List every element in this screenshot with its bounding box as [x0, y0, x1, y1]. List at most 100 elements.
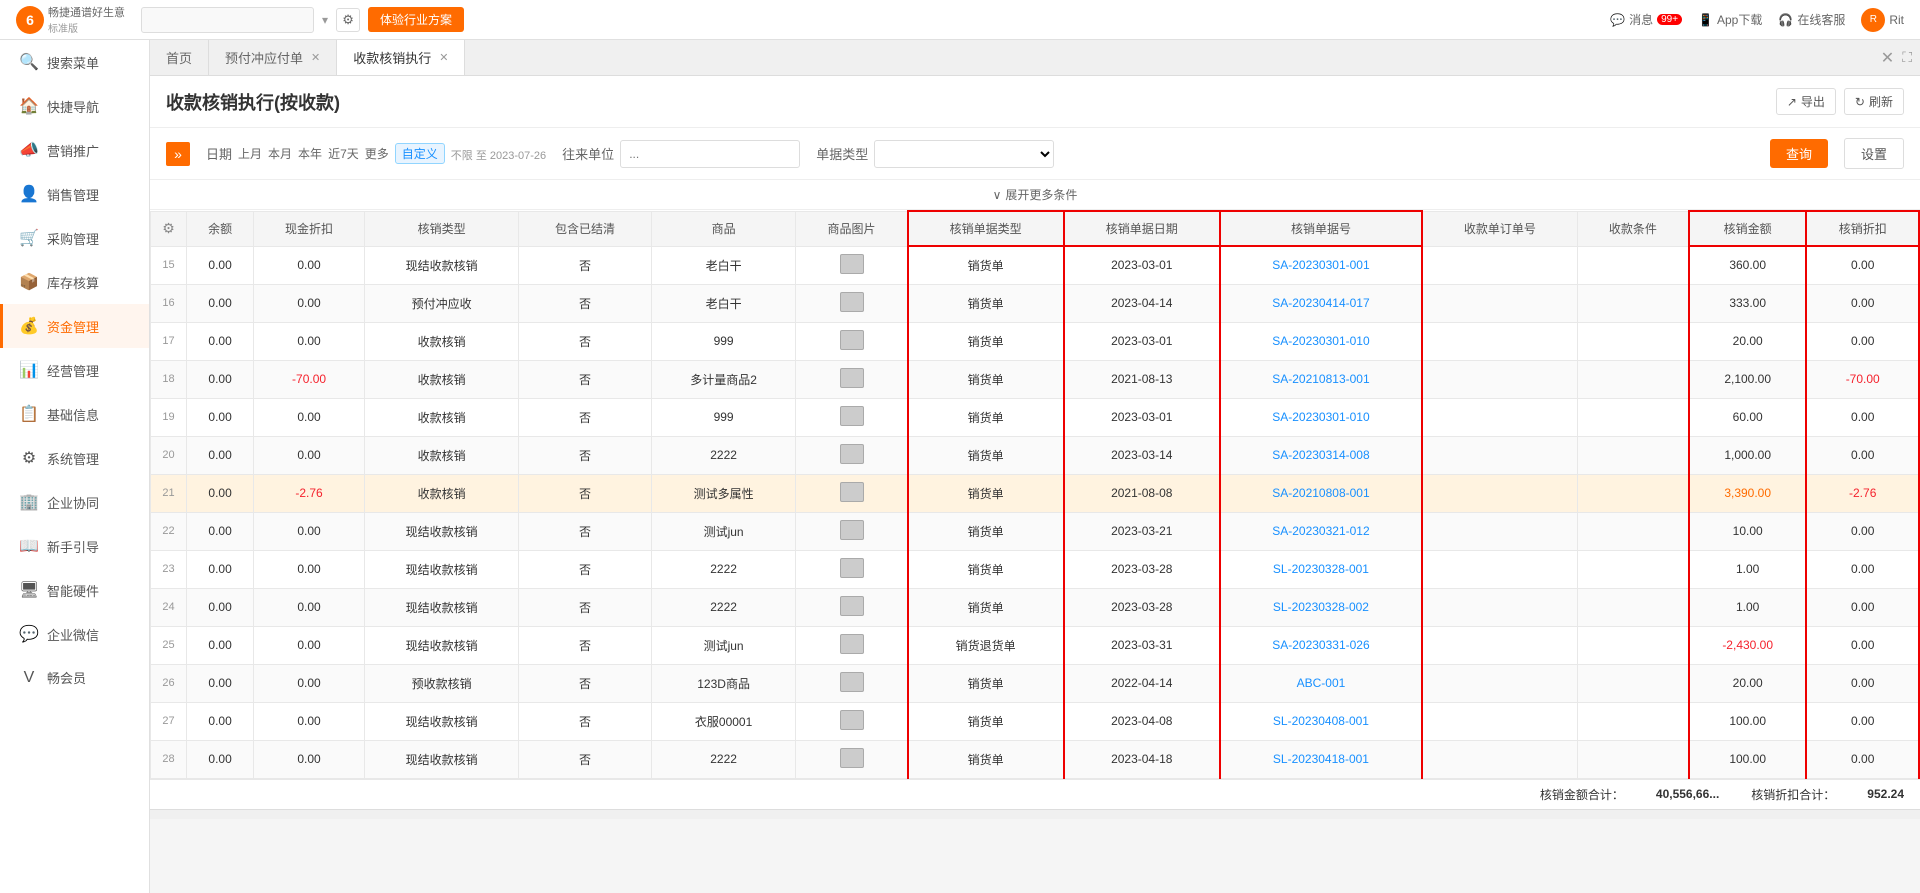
user-name: Rit: [1889, 13, 1904, 27]
maximize-icon[interactable]: ⛶: [1902, 49, 1912, 66]
cell-bill-no[interactable]: SL-20230328-002: [1220, 588, 1422, 626]
chevron-down-icon[interactable]: ▾: [322, 13, 328, 27]
refresh-button[interactable]: ↻ 刷新: [1844, 88, 1904, 115]
sidebar-item-search[interactable]: 🔍 搜索菜单: [0, 40, 149, 84]
cell-bill-no[interactable]: SA-20230301-010: [1220, 398, 1422, 436]
partner-filter-group: 往来单位: [562, 140, 800, 168]
more-link[interactable]: 更多: [365, 145, 389, 162]
cell-payment-cond: [1577, 702, 1689, 740]
settings-button[interactable]: 设置: [1844, 138, 1904, 169]
sidebar-item-corp[interactable]: 🏢 企业协同: [0, 480, 149, 524]
finance-icon: 💰: [19, 316, 39, 336]
cell-bill-no[interactable]: SL-20230408-001: [1220, 702, 1422, 740]
cell-bill-no[interactable]: SA-20230331-026: [1220, 626, 1422, 664]
cell-bill-type: 销货单: [908, 284, 1064, 322]
cell-bill-no[interactable]: SA-20230321-012: [1220, 512, 1422, 550]
industry-btn[interactable]: 体验行业方案: [368, 7, 464, 32]
cell-discount: 0.00: [1806, 322, 1919, 360]
cell-order-no: [1422, 588, 1577, 626]
bill-type-select[interactable]: [874, 140, 1054, 168]
sidebar-item-system[interactable]: ⚙ 系统管理: [0, 436, 149, 480]
cell-img: [796, 664, 908, 702]
sidebar-item-hardware[interactable]: 🖥 智能硬件: [0, 568, 149, 612]
cell-num: 27: [151, 702, 187, 740]
cell-bill-no[interactable]: SA-20210808-001: [1220, 474, 1422, 512]
sidebar-label-sales: 销售管理: [47, 185, 99, 204]
sidebar-item-operations[interactable]: 📊 经营管理: [0, 348, 149, 392]
cell-amount: 60.00: [1689, 398, 1806, 436]
sidebar-item-finance[interactable]: 💰 资金管理: [0, 304, 149, 348]
cell-verify-type: 收款核销: [364, 436, 518, 474]
arrow-icon: »: [174, 146, 182, 162]
cell-bill-type: 销货单: [908, 436, 1064, 474]
cell-verify-type: 现结收款核销: [364, 588, 518, 626]
tab-verify[interactable]: 收款核销执行 ✕: [337, 40, 465, 75]
cell-payment-cond: [1577, 398, 1689, 436]
horizontal-scrollbar[interactable]: [150, 809, 1920, 819]
export-button[interactable]: ↗ 导出: [1776, 88, 1836, 115]
message-label: 消息: [1629, 11, 1653, 28]
this-month-link[interactable]: 本月: [268, 145, 292, 162]
cell-included: 否: [519, 664, 652, 702]
last7-link[interactable]: 近7天: [328, 145, 359, 162]
this-year-link[interactable]: 本年: [298, 145, 322, 162]
cell-bill-no[interactable]: SA-20210813-001: [1220, 360, 1422, 398]
tab-prepay[interactable]: 预付冲应付单 ✕: [209, 40, 337, 75]
last-month-link[interactable]: 上月: [238, 145, 262, 162]
tab1-close-icon[interactable]: ✕: [311, 51, 320, 64]
sidebar-item-inventory[interactable]: 📦 库存核算: [0, 260, 149, 304]
cell-bill-no[interactable]: SA-20230414-017: [1220, 284, 1422, 322]
filter-bar: » 日期 上月 本月 本年 近7天 更多 自定义 不限 至 2023-07-26…: [150, 128, 1920, 180]
sidebar-item-purchase[interactable]: 🛒 采购管理: [0, 216, 149, 260]
th-amount: 核销金额: [1689, 211, 1806, 246]
cell-bill-no[interactable]: SA-20230314-008: [1220, 436, 1422, 474]
sidebar-item-member[interactable]: V 畅会员: [0, 656, 149, 699]
app-download-btn[interactable]: 📱 App下载: [1698, 11, 1762, 28]
filter-expand-btn[interactable]: »: [166, 142, 190, 166]
cell-order-no: [1422, 550, 1577, 588]
cell-balance: 0.00: [187, 740, 254, 778]
service-btn[interactable]: 🎧 在线客服: [1778, 11, 1845, 28]
cell-bill-no[interactable]: SA-20230301-001: [1220, 246, 1422, 284]
sidebar-item-sales[interactable]: 👤 销售管理: [0, 172, 149, 216]
custom-date-btn[interactable]: 自定义: [395, 143, 445, 164]
cell-num: 19: [151, 398, 187, 436]
sidebar-item-wechat[interactable]: 💬 企业微信: [0, 612, 149, 656]
footer-amount-label: 核销金额合计：: [1540, 786, 1624, 803]
th-discount: 核销折扣: [1806, 211, 1919, 246]
cell-bill-date: 2023-03-28: [1064, 588, 1220, 626]
sidebar-label-hardware: 智能硬件: [47, 581, 99, 600]
message-btn[interactable]: 💬 消息 99+: [1610, 11, 1682, 28]
sidebar-item-marketing[interactable]: 📣 营销推广: [0, 128, 149, 172]
cell-bill-no[interactable]: SL-20230418-001: [1220, 740, 1422, 778]
tab-home[interactable]: 首页: [150, 40, 209, 75]
cell-bill-no[interactable]: SA-20230301-010: [1220, 322, 1422, 360]
search-input[interactable]: [141, 7, 314, 33]
cell-payment-cond: [1577, 246, 1689, 284]
partner-input[interactable]: [620, 140, 800, 168]
table-footer: 核销金额合计： 40,556,66... 核销折扣合计： 952.24: [150, 779, 1920, 809]
settings-icon[interactable]: ⚙: [336, 8, 360, 32]
cell-img: [796, 512, 908, 550]
th-bill-type: 核销单据类型: [908, 211, 1064, 246]
query-button[interactable]: 查询: [1770, 139, 1828, 168]
cell-bill-no[interactable]: ABC-001: [1220, 664, 1422, 702]
table-row: 22 0.00 0.00 现结收款核销 否 测试jun 销货单 2023-03-…: [151, 512, 1920, 550]
sidebar-item-quick[interactable]: 🏠 快捷导航: [0, 84, 149, 128]
close-window-icon[interactable]: ✕: [1881, 48, 1894, 68]
cell-bill-date: 2022-04-14: [1064, 664, 1220, 702]
cell-bill-date: 2021-08-13: [1064, 360, 1220, 398]
tab2-close-icon[interactable]: ✕: [439, 51, 448, 64]
sidebar-item-guide[interactable]: 📖 新手引导: [0, 524, 149, 568]
cell-bill-no[interactable]: SL-20230328-001: [1220, 550, 1422, 588]
column-settings-btn[interactable]: ⚙: [162, 220, 175, 237]
sidebar-item-basic[interactable]: 📋 基础信息: [0, 392, 149, 436]
expand-more-btn[interactable]: ∨ 展开更多条件: [993, 186, 1078, 203]
bill-type-filter-group: 单据类型: [816, 140, 1054, 168]
user-area[interactable]: R Rit: [1861, 8, 1904, 32]
table-row: 17 0.00 0.00 收款核销 否 999 销货单 2023-03-01 S…: [151, 322, 1920, 360]
cell-bill-date: 2023-03-01: [1064, 398, 1220, 436]
search-icon: 🔍: [19, 52, 39, 72]
cell-cash-discount: 0.00: [254, 702, 365, 740]
th-settings[interactable]: ⚙: [151, 211, 187, 246]
